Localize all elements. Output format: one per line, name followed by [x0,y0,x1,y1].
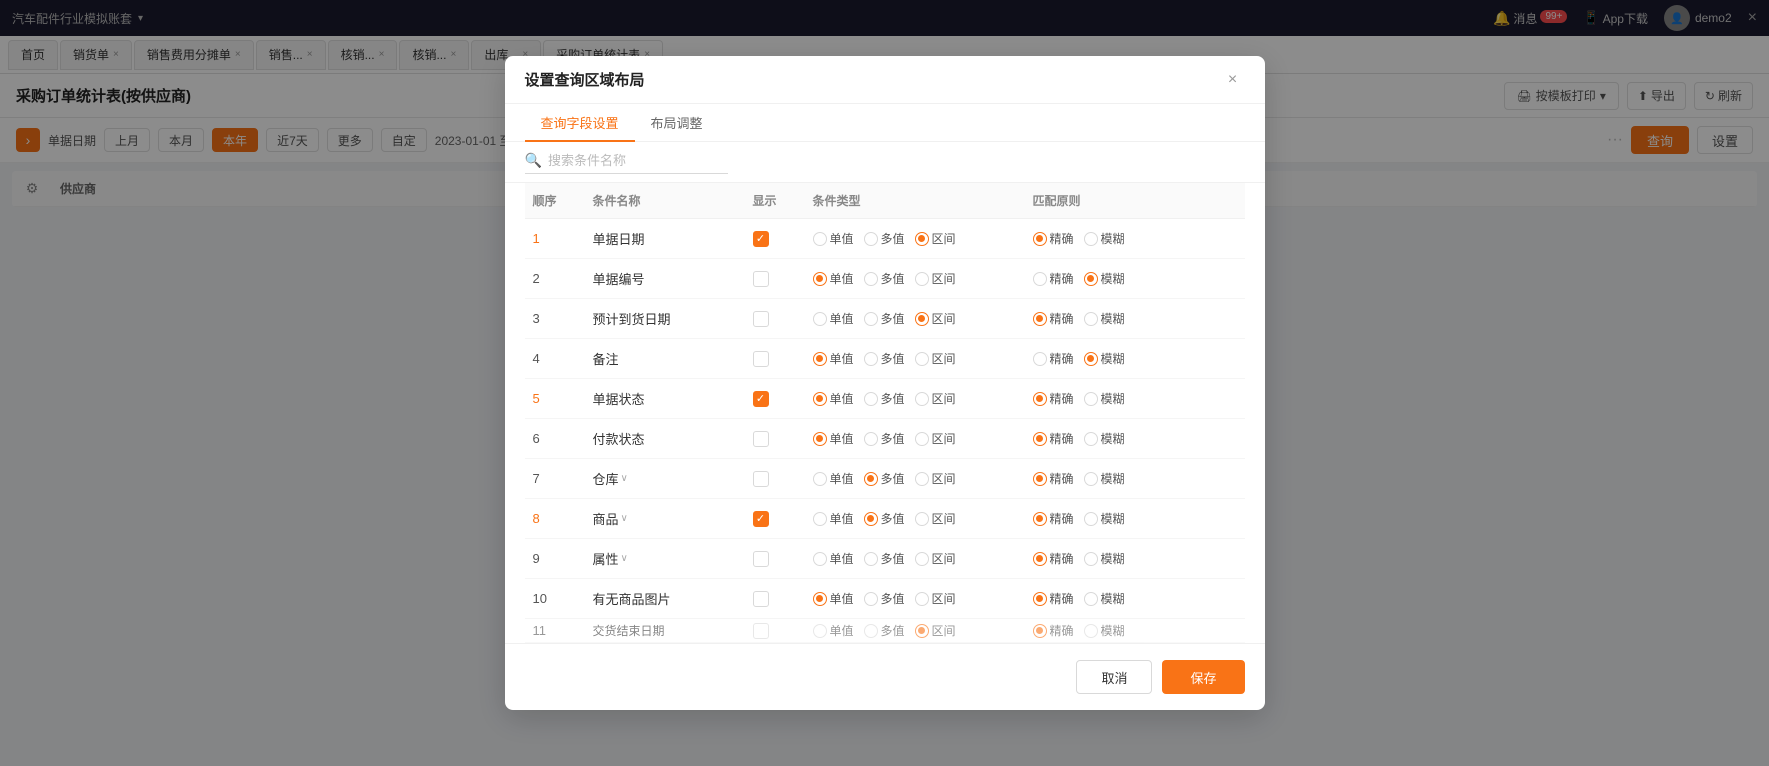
row-display-1[interactable] [745,231,805,247]
table-row: 7 仓库 ∨ 单值 多值 区间 精确 模糊 [525,459,1245,499]
modal-search-row: 🔍 [505,142,1265,183]
modal-search-box: 🔍 [525,152,728,174]
row-order-2: 2 [525,271,585,286]
th-match: 匹配原则 [1025,192,1245,209]
display-checkbox-3[interactable] [753,311,769,327]
modal-tab-layout-adjust[interactable]: 布局调整 [635,104,719,142]
modal-close-button[interactable]: × [1221,68,1245,92]
display-checkbox-9[interactable] [753,551,769,567]
type-radio-group-1: 单值 多值 区间 [813,230,956,247]
modal-overlay: 设置查询区域布局 × 查询字段设置 布局调整 🔍 顺序 条件名称 显示 条件类型… [0,0,1769,766]
search-icon: 🔍 [525,152,542,169]
row-name-1: 单据日期 [585,229,745,248]
row-display-2[interactable] [745,271,805,287]
th-name: 条件名称 [585,192,745,209]
table-row: 11 交货结束日期 单值 多值 区间 精确 模糊 [525,619,1245,643]
display-checkbox-10[interactable] [753,591,769,607]
display-checkbox-2[interactable] [753,271,769,287]
display-checkbox-11[interactable] [753,623,769,639]
type-multi-1[interactable]: 多值 [864,230,905,247]
modal-table-container: 顺序 条件名称 显示 条件类型 匹配原则 1 单据日期 单值 [505,183,1265,643]
display-checkbox-4[interactable] [753,351,769,367]
modal-tab-query-fields[interactable]: 查询字段设置 [525,104,635,142]
display-checkbox-8[interactable] [753,511,769,527]
table-row: 8 商品 ∨ 单值 多值 区间 精确 模糊 [525,499,1245,539]
search-input[interactable] [548,153,728,168]
table-row: 9 属性 ∨ 单值 多值 区间 精确 模糊 [525,539,1245,579]
th-display: 显示 [745,192,805,209]
type-single-1[interactable]: 单值 [813,230,854,247]
row-match-2: 精确 模糊 [1025,270,1245,287]
match-exact-1[interactable]: 精确 [1033,230,1074,247]
match-group-1: 精确 模糊 [1033,230,1125,247]
table-row: 6 付款状态 单值 多值 区间 精确 模糊 [525,419,1245,459]
row-match-1: 精确 模糊 [1025,230,1245,247]
radio-multi-circle-1[interactable] [864,232,878,246]
table-row: 5 单据状态 单值 多值 区间 精确 模糊 [525,379,1245,419]
th-type: 条件类型 [805,192,1025,209]
table-row: 1 单据日期 单值 多值 区间 [525,219,1245,259]
modal-title: 设置查询区域布局 [525,69,645,90]
table-row: 10 有无商品图片 单值 多值 区间 精确 模糊 [525,579,1245,619]
radio-range-circle-1[interactable] [915,232,929,246]
table-row: 4 备注 单值 多值 区间 精确 模糊 [525,339,1245,379]
row-type-1: 单值 多值 区间 [805,230,1025,247]
type-range-1[interactable]: 区间 [915,230,956,247]
table-row: 2 单据编号 单值 多值 区间 精确 模糊 [525,259,1245,299]
radio-exact-circle-1[interactable] [1033,232,1047,246]
modal-footer: 取消 保存 [505,643,1265,710]
row-name-2: 单据编号 [585,269,745,288]
display-checkbox-5[interactable] [753,391,769,407]
modal-header: 设置查询区域布局 × [505,56,1265,104]
table-row: 3 预计到货日期 单值 多值 区间 精确 模糊 [525,299,1245,339]
radio-fuzzy-circle-1[interactable] [1084,232,1098,246]
row-order-1: 1 [525,231,585,246]
modal-table-header: 顺序 条件名称 显示 条件类型 匹配原则 [525,183,1245,219]
cancel-button[interactable]: 取消 [1076,660,1152,694]
display-checkbox-7[interactable] [753,471,769,487]
save-button[interactable]: 保存 [1162,660,1244,694]
display-checkbox-6[interactable] [753,431,769,447]
row-type-2: 单值 多值 区间 [805,270,1025,287]
match-fuzzy-1[interactable]: 模糊 [1084,230,1125,247]
display-checkbox-1[interactable] [753,231,769,247]
settings-modal: 设置查询区域布局 × 查询字段设置 布局调整 🔍 顺序 条件名称 显示 条件类型… [505,56,1265,710]
th-order: 顺序 [525,192,585,209]
radio-single-circle-1[interactable] [813,232,827,246]
modal-tabs: 查询字段设置 布局调整 [505,104,1265,142]
